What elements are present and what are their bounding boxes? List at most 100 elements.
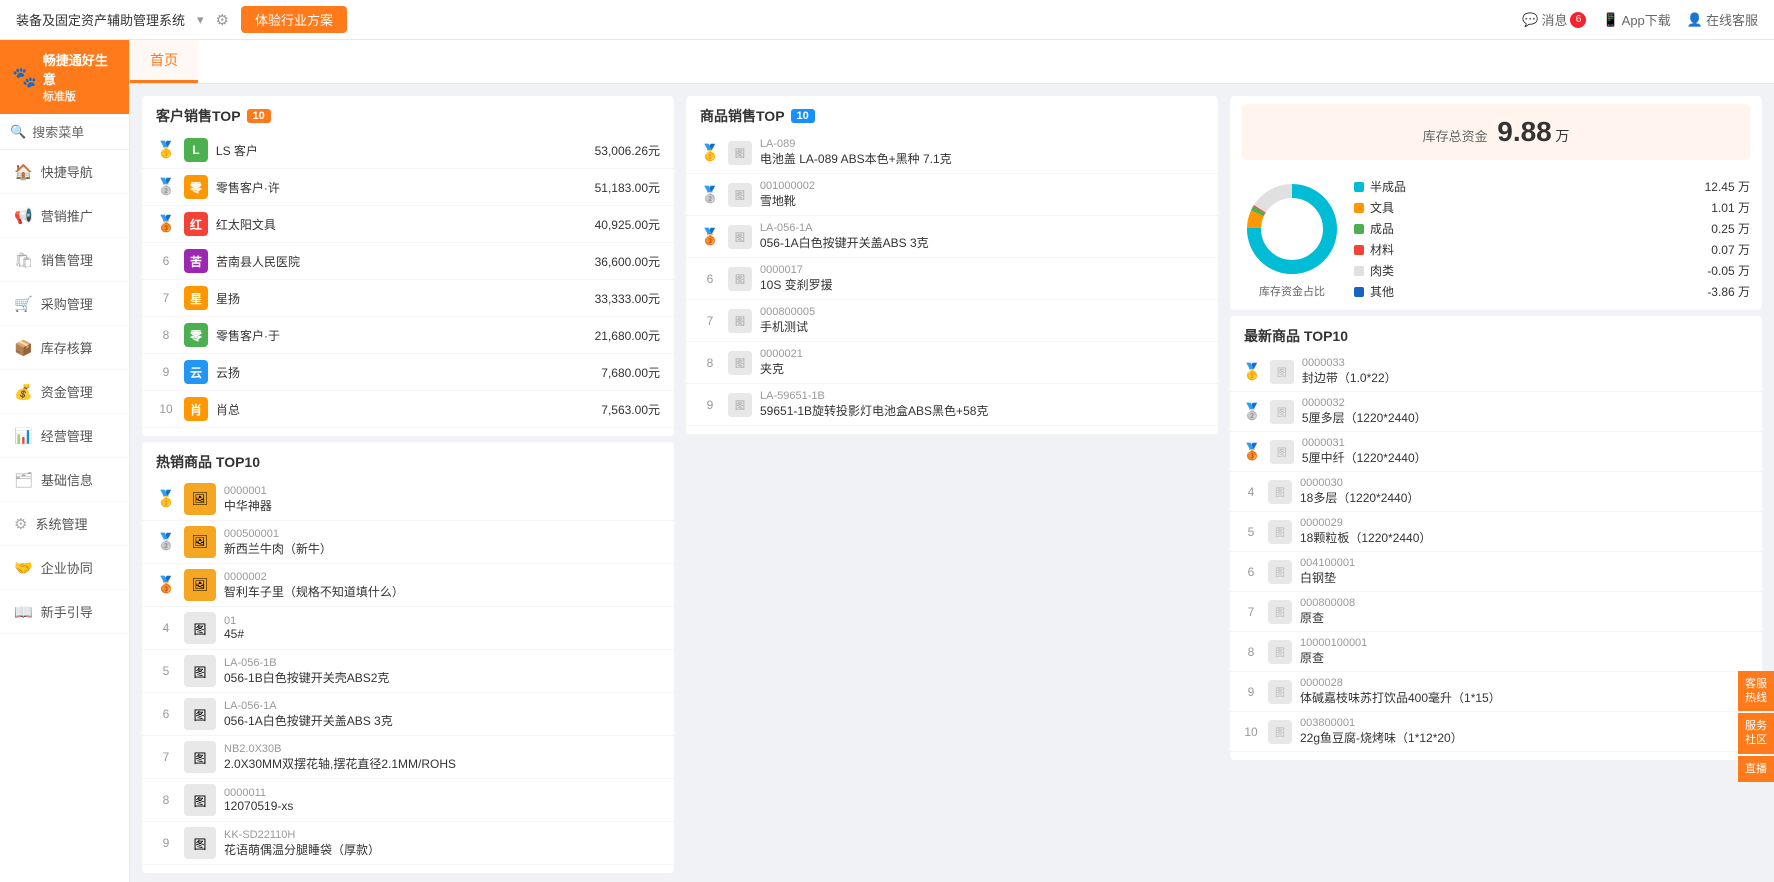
newest-product-item: 🥉 图 0000031 5厘中纤（1220*2440） — [1230, 432, 1762, 472]
customer-value: 53,006.26元 — [595, 142, 660, 159]
rank-number: 6 — [156, 707, 176, 721]
sidebar-item-marketing[interactable]: 📢 营销推广 — [0, 194, 129, 238]
message-btn[interactable]: 💬 消息 6 — [1522, 10, 1586, 29]
content-area: 首页 客户销售TOP 10 🥇 L LS 客户 53,006.26元 🥈 零 — [130, 40, 1774, 882]
newest-product-thumb: 图 — [1268, 520, 1292, 544]
customer-value: 21,680.00元 — [595, 327, 660, 344]
product-name: 59651-1B旋转投影灯电池盒ABS黑色+58克 — [760, 402, 1204, 419]
newest-product-name: 白钢垫 — [1300, 569, 1750, 586]
newest-product-item: 9 图 0000028 体碱嘉枝味苏打饮品400毫升（1*15） — [1230, 672, 1762, 712]
trial-button[interactable]: 体验行业方案 — [241, 6, 347, 33]
search-menu[interactable]: 🔍 搜索菜单 — [0, 114, 129, 150]
customer-ranking-panel: 客户销售TOP 10 🥇 L LS 客户 53,006.26元 🥈 零 零售客户… — [142, 96, 674, 436]
column-1: 客户销售TOP 10 🥇 L LS 客户 53,006.26元 🥈 零 零售客户… — [136, 90, 680, 879]
legend-name: 肉类 — [1370, 262, 1701, 279]
sidebar-item-quick-nav[interactable]: 🏠 快捷导航 — [0, 150, 129, 194]
float-customer-service[interactable]: 客服热线 — [1738, 671, 1774, 712]
rank-number: 5 — [156, 664, 176, 678]
legend-item: 半成品 12.45 万 — [1354, 176, 1750, 197]
legend-value: -0.05 万 — [1707, 262, 1750, 279]
hot-product-thumb: 图 — [184, 784, 216, 816]
finance-icon: 💰 — [14, 383, 33, 401]
inventory-panel: 库存总资金 9.88 万 — [1230, 96, 1762, 310]
sidebar-item-guide[interactable]: 📖 新手引导 — [0, 590, 129, 634]
newest-product-thumb: 图 — [1270, 440, 1294, 464]
hot-product-code: LA-056-1B — [224, 657, 660, 669]
hot-product-code: 0000001 — [224, 485, 660, 497]
sidebar-item-finance[interactable]: 💰 资金管理 — [0, 370, 129, 414]
medal-icon: 🥉 — [700, 227, 720, 247]
legend-item: 成品 0.25 万 — [1354, 218, 1750, 239]
online-service-btn[interactable]: 👤 在线客服 — [1687, 10, 1758, 29]
rank-number: 8 — [700, 356, 720, 370]
sidebar-logo: 🐾 畅捷通好生意 标准版 — [0, 40, 129, 114]
hot-product-code: LA-056-1A — [224, 700, 660, 712]
hot-product-name: 新西兰牛肉（新牛） — [224, 540, 660, 557]
newest-product-code: 0000028 — [1300, 677, 1750, 689]
avatar: 肖 — [184, 397, 208, 421]
medal-icon: 🥈 — [156, 532, 176, 552]
tab-home[interactable]: 首页 — [130, 40, 198, 83]
app-name: 畅捷通好生意 — [43, 50, 117, 88]
app-download-btn[interactable]: 📱 App下载 — [1602, 10, 1670, 29]
sidebar-item-purchase[interactable]: 🛒 采购管理 — [0, 282, 129, 326]
sidebar-item-system[interactable]: ⚙ 系统管理 — [0, 502, 129, 546]
newest-product-thumb: 图 — [1270, 400, 1294, 424]
avatar: 云 — [184, 360, 208, 384]
customer-rank-item: 🥈 零 零售客户·许 51,183.00元 — [142, 169, 674, 206]
avatar: 零 — [184, 323, 208, 347]
basicinfo-icon: 🗂 — [14, 471, 33, 489]
logo-icon: 🐾 — [12, 65, 37, 90]
hot-product-item: 🥈 🖼 000500001 新西兰牛肉（新牛） — [142, 521, 674, 564]
product-thumb: 图 — [728, 183, 752, 207]
customer-name: 零售客户·许 — [216, 179, 587, 196]
customer-rank-item: 7 星 星扬 33,333.00元 — [142, 280, 674, 317]
hot-product-name: 2.0X30MM双摆花轴,摆花直径2.1MM/ROHS — [224, 755, 660, 772]
rank-number: 10 — [1242, 725, 1260, 739]
system-name: 装备及固定资产辅助管理系统 — [16, 10, 185, 29]
hot-product-code: 0000002 — [224, 571, 660, 583]
sidebar-item-basic-info[interactable]: 🗂 基础信息 — [0, 458, 129, 502]
legend-name: 成品 — [1370, 220, 1705, 237]
product-thumb: 图 — [728, 141, 752, 165]
rank-number: 8 — [1242, 645, 1260, 659]
app-edition: 标准版 — [43, 88, 117, 104]
newest-product-code: 000800008 — [1300, 597, 1750, 609]
hot-product-code: 0000011 — [224, 787, 660, 799]
customer-value: 40,925.00元 — [595, 216, 660, 233]
float-service-community[interactable]: 服务社区 — [1738, 713, 1774, 754]
dropdown-icon[interactable]: ▾ — [197, 12, 204, 28]
newest-product-code: 003800001 — [1300, 717, 1750, 729]
donut-chart — [1242, 179, 1342, 279]
newest-product-name: 18颗粒板（1220*2440） — [1300, 529, 1750, 546]
product-ranking-header: 商品销售TOP 10 — [686, 96, 1218, 132]
hot-product-code: 000500001 — [224, 528, 660, 540]
rank-number: 4 — [156, 621, 176, 635]
sidebar-item-sales[interactable]: 🛍 销售管理 — [0, 238, 129, 282]
rank-number: 8 — [156, 328, 176, 342]
legend-name: 其他 — [1370, 283, 1701, 300]
avatar: 星 — [184, 286, 208, 310]
avatar: 零 — [184, 175, 208, 199]
operation-icon: 📊 — [14, 427, 33, 445]
newest-product-code: 0000032 — [1302, 397, 1750, 409]
legend-value: 1.01 万 — [1711, 199, 1750, 216]
hot-product-item: 🥇 🖼 0000001 中华神器 — [142, 478, 674, 521]
sidebar-item-inventory[interactable]: 📦 库存核算 — [0, 326, 129, 370]
legend-item: 材料 0.07 万 — [1354, 239, 1750, 260]
float-live[interactable]: 直播 — [1738, 756, 1774, 782]
gear-icon[interactable]: ⚙ — [216, 11, 229, 29]
product-thumb: 图 — [728, 393, 752, 417]
customer-rank-item: 8 零 零售客户·于 21,680.00元 — [142, 317, 674, 354]
newest-product-name: 22g鱼豆腐-烧烤味（1*12*20） — [1300, 729, 1750, 746]
newest-product-code: 0000030 — [1300, 477, 1750, 489]
sidebar-item-operation[interactable]: 📊 经营管理 — [0, 414, 129, 458]
hot-products-list: 🥇 🖼 0000001 中华神器 🥈 🖼 000500001 新西兰牛肉（新牛）… — [142, 478, 674, 873]
product-thumb: 图 — [728, 267, 752, 291]
product-name: 10S 变刹罗援 — [760, 276, 1204, 293]
sidebar-item-cooperation[interactable]: 🤝 企业协同 — [0, 546, 129, 590]
product-code: 001000002 — [760, 180, 1204, 192]
hot-products-panel: 热销商品 TOP10 🥇 🖼 0000001 中华神器 🥈 🖼 00050000… — [142, 442, 674, 873]
hot-products-header: 热销商品 TOP10 — [142, 442, 674, 478]
legend-name: 材料 — [1370, 241, 1705, 258]
